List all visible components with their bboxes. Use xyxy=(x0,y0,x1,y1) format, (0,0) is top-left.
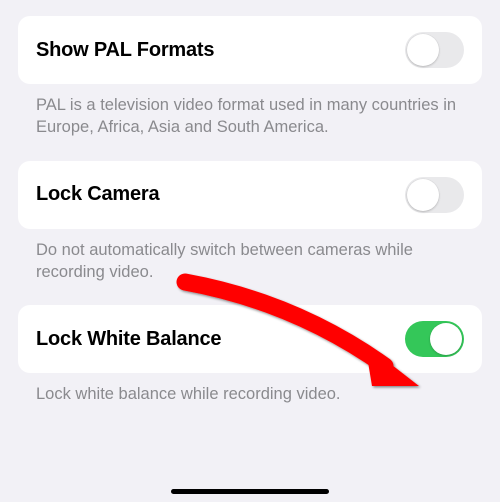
toggle-knob xyxy=(430,323,462,355)
home-indicator[interactable] xyxy=(171,489,329,494)
lock-white-balance-footer: Lock white balance while recording video… xyxy=(18,373,482,427)
lock-camera-footer: Do not automatically switch between came… xyxy=(18,229,482,306)
toggle-knob xyxy=(407,179,439,211)
show-pal-formats-toggle[interactable] xyxy=(405,32,464,68)
lock-white-balance-label: Lock White Balance xyxy=(36,328,221,351)
lock-camera-label: Lock Camera xyxy=(36,183,159,206)
lock-white-balance-toggle[interactable] xyxy=(405,321,464,357)
toggle-knob xyxy=(407,34,439,66)
settings-list: Show PAL Formats PAL is a television vid… xyxy=(0,0,500,427)
show-pal-formats-footer: PAL is a television video format used in… xyxy=(18,84,482,161)
lock-camera-toggle[interactable] xyxy=(405,177,464,213)
show-pal-formats-row: Show PAL Formats xyxy=(18,16,482,84)
lock-white-balance-row: Lock White Balance xyxy=(18,305,482,373)
show-pal-formats-label: Show PAL Formats xyxy=(36,39,214,62)
lock-camera-row: Lock Camera xyxy=(18,161,482,229)
